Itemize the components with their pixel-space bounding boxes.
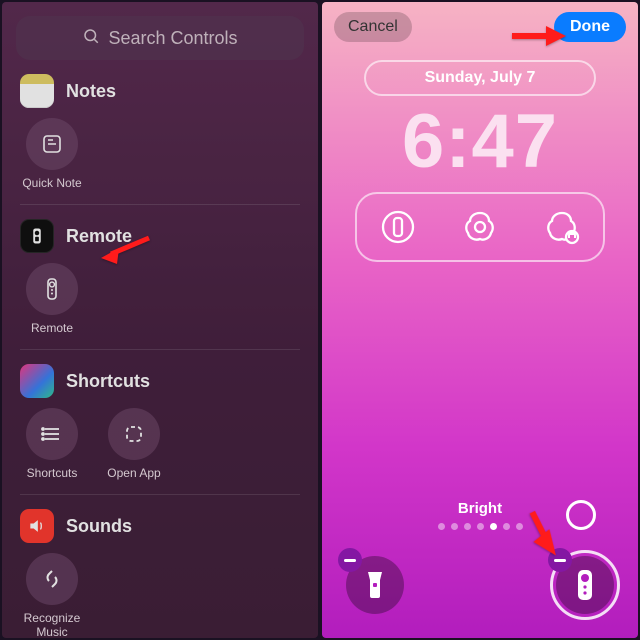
remote-shortcut[interactable] — [556, 556, 614, 614]
color-picker-ring[interactable] — [566, 500, 596, 530]
date-widget[interactable]: Sunday, July 7 — [364, 60, 596, 96]
cancel-button[interactable]: Cancel — [334, 12, 412, 42]
left-screenshot: Search Controls Notes Quick Note — [2, 2, 318, 638]
flashlight-shortcut[interactable] — [346, 556, 404, 614]
openai-widget-icon[interactable] — [456, 203, 504, 251]
dim-overlay — [2, 2, 318, 638]
openai-audio-widget-icon[interactable] — [538, 203, 586, 251]
battery-widget-icon[interactable] — [374, 203, 422, 251]
widget-row[interactable] — [355, 192, 605, 262]
remove-badge-icon[interactable] — [338, 548, 362, 572]
annotation-arrow-remote — [97, 234, 151, 269]
annotation-arrow-done — [510, 24, 566, 53]
time-display: 6:47 — [322, 104, 638, 180]
right-screenshot: Cancel Done Sunday, July 7 6:47 Bright — [322, 2, 638, 638]
